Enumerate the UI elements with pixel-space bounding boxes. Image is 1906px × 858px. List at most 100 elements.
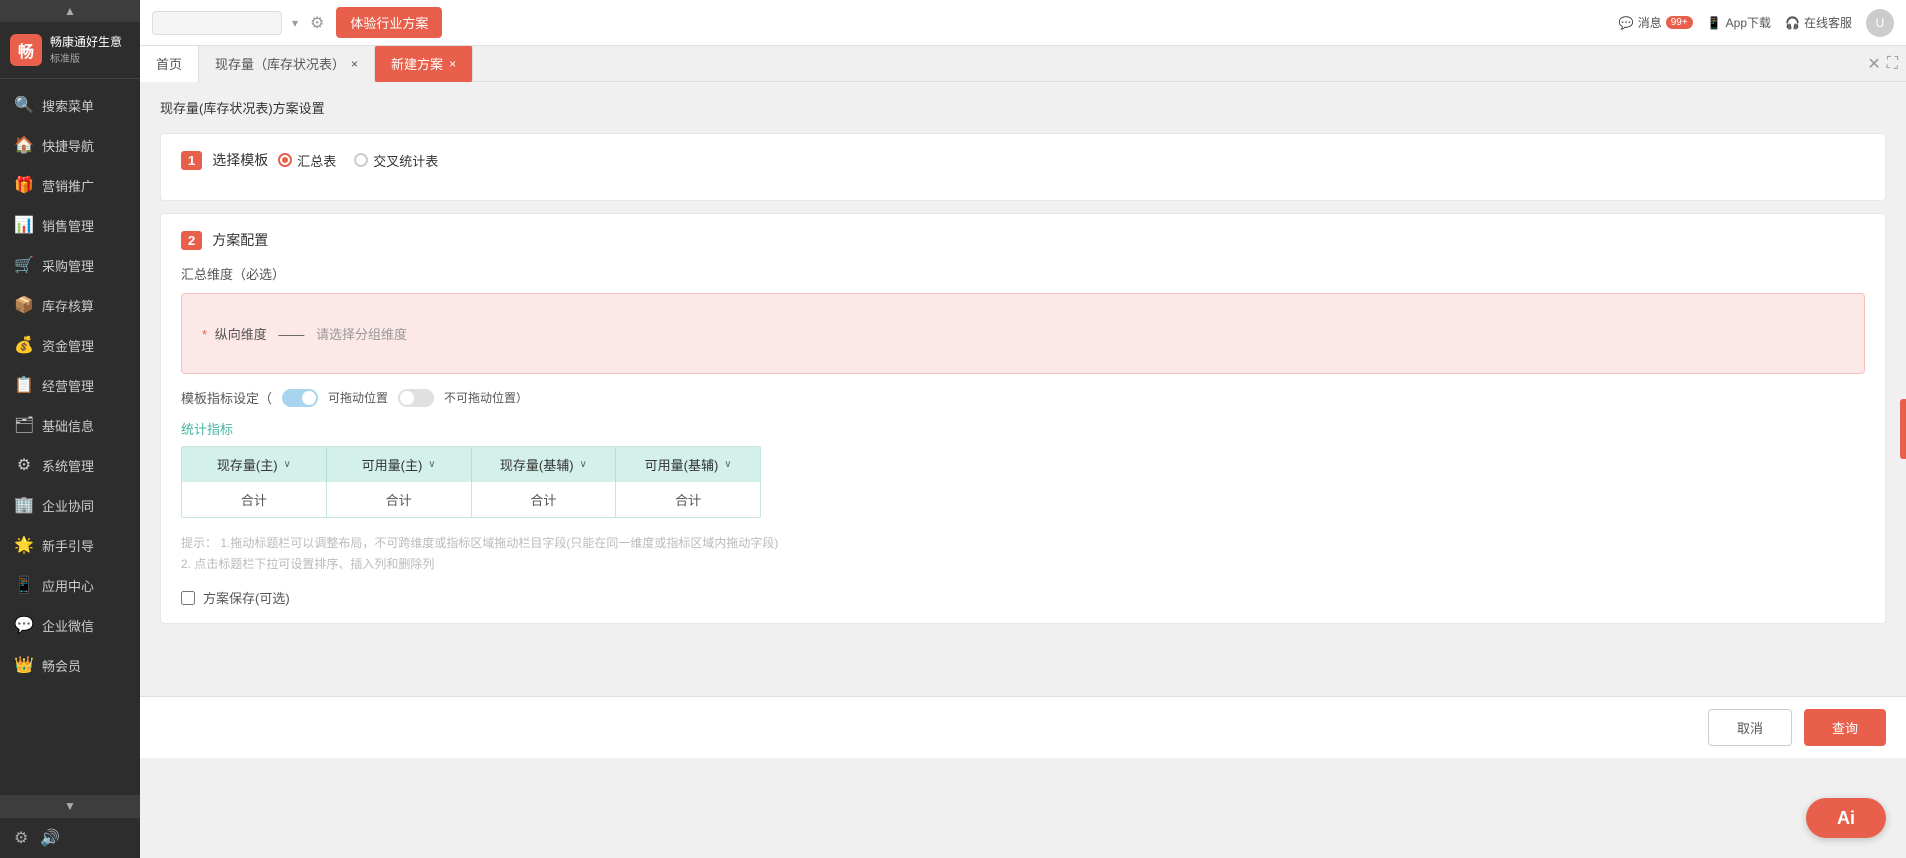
radio-summary[interactable]: 汇总表 [278,151,336,170]
sidebar-item-sales[interactable]: 📊 销售管理 [0,205,140,245]
radio-dot-cross [354,153,368,167]
sidebar-item-purchase[interactable]: 🛒 采购管理 [0,245,140,285]
required-marker: * [202,327,207,342]
query-button[interactable]: 查询 [1804,709,1886,746]
sidebar-scroll-up[interactable]: ▲ [0,0,140,22]
tab-close-inventory[interactable]: × [351,57,358,71]
crown-icon: 👑 [14,655,34,675]
sidebar-scroll-down[interactable]: ▼ [0,795,140,817]
dropdown-icon[interactable]: ▾ [292,16,298,30]
sidebar-item-label: 资金管理 [42,336,94,355]
stats-cell-2: 合计 [472,482,617,517]
dimension-section-title: 汇总维度（必选） [181,264,1865,283]
chevron-down-icon: ∨ [724,459,731,470]
radio-cross[interactable]: 交叉统计表 [354,151,438,170]
sidebar-item-label: 新手引导 [42,536,94,555]
ai-bubble[interactable]: Ai [1806,798,1886,838]
stats-cell-1: 合计 [327,482,472,517]
gear-icon[interactable]: ⚙ [310,13,324,33]
stats-label: 统计指标 [181,419,1865,438]
tab-inventory-status[interactable]: 现存量（库存状况表） × [199,46,375,82]
sidebar-item-label: 库存核算 [42,296,94,315]
sidebar-item-label: 应用中心 [42,576,94,595]
save-checkbox[interactable] [181,591,195,605]
tips-section: 提示： 1.拖动标题栏可以调整布局，不可跨维度或指标区域拖动栏目字段(只能在同一… [181,534,1865,572]
chevron-down-icon: ∨ [428,459,435,470]
chart-icon: 📊 [14,215,34,235]
step1-label: 1 选择模板 汇总表 交叉统计表 [181,150,1865,170]
cancel-button[interactable]: 取消 [1708,709,1792,746]
sound-icon[interactable]: 🔊 [40,828,60,848]
sidebar-item-finance[interactable]: 💰 资金管理 [0,325,140,365]
sidebar-item-newbie[interactable]: 🌟 新手引导 [0,525,140,565]
topbar-right: 💬 消息 99+ 📱 App下载 🎧 在线客服 U [1619,9,1894,37]
tip-0: 提示： 1.拖动标题栏可以调整布局，不可跨维度或指标区域拖动栏目字段(只能在同一… [181,534,1865,551]
stats-col-available-main[interactable]: 可用量(主) ∨ [327,447,472,482]
save-label: 方案保存(可选) [203,588,290,607]
app-logo: 畅 [10,34,42,66]
message-btn[interactable]: 💬 消息 99+ [1619,14,1693,31]
sidebar-item-quick-nav[interactable]: 🏠 快捷导航 [0,125,140,165]
not-draggable-toggle[interactable] [398,389,434,407]
stats-col-current-main[interactable]: 现存量(主) ∨ [182,447,327,482]
stats-cell-0: 合计 [182,482,327,517]
fullscreen-icon[interactable]: ⛶ [1887,55,1898,73]
step2-num: 2 [181,231,202,250]
box-icon: 📦 [14,295,34,315]
draggable-label: 可拖动位置 [328,389,388,406]
template-radio-group: 汇总表 交叉统计表 [278,151,438,170]
close-panel-icon[interactable]: ✕ [1867,54,1880,74]
sidebar-item-base[interactable]: 🗂 基础信息 [0,405,140,445]
right-scroll-handle[interactable] [1900,399,1906,459]
experience-btn[interactable]: 体验行业方案 [336,7,442,38]
sidebar-item-inventory[interactable]: 📦 库存核算 [0,285,140,325]
radio-dot-summary [278,153,292,167]
step1-title: 选择模板 [212,150,268,170]
sidebar-item-label: 企业微信 [42,616,94,635]
tab-home[interactable]: 首页 [140,46,199,82]
stats-body-row: 合计 合计 合计 合计 [182,482,760,517]
stats-col-current-aux[interactable]: 现存量(基辅) ∨ [472,447,617,482]
tab-close-new-plan[interactable]: × [449,57,456,71]
save-row: 方案保存(可选) [181,588,1865,607]
sidebar-item-marketing[interactable]: 🎁 营销推广 [0,165,140,205]
app-title: 畅康通好生意 标准版 [50,35,122,66]
sidebar-item-wechat[interactable]: 💬 企业微信 [0,605,140,645]
step2-label: 2 方案配置 [181,230,1865,250]
sidebar-item-label: 系统管理 [42,456,94,475]
dimension-box[interactable]: * 纵向维度 —— 请选择分组维度 [181,293,1865,374]
avatar[interactable]: U [1866,9,1894,37]
dimension-label: 纵向维度 [215,327,267,342]
home-icon: 🏠 [14,135,34,155]
search-input[interactable] [152,11,282,35]
sidebar-item-label: 采购管理 [42,256,94,275]
sidebar-item-enterprise[interactable]: 🏢 企业协同 [0,485,140,525]
step2-title: 方案配置 [212,230,268,250]
tabbar: 首页 现存量（库存状况表） × 新建方案 × ✕ ⛶ [140,46,1906,82]
sidebar-header: 畅 畅康通好生意 标准版 [0,22,140,79]
dimension-arrow: —— [278,327,304,342]
page-title: 现存量(库存状况表)方案设置 [160,98,1886,117]
indicator-setting: 模板指标设定（ 可拖动位置 不可拖动位置） [181,388,1865,407]
sidebar-item-search[interactable]: 🔍 搜索菜单 [0,85,140,125]
stats-cell-3: 合计 [616,482,760,517]
gift-icon: 🎁 [14,175,34,195]
tab-new-plan[interactable]: 新建方案 × [375,46,473,82]
money-icon: 💰 [14,335,34,355]
stats-col-available-aux[interactable]: 可用量(基辅) ∨ [616,447,760,482]
draggable-toggle[interactable] [282,389,318,407]
online-service-btn[interactable]: 🎧 在线客服 [1785,14,1852,31]
settings-icon[interactable]: ⚙ [14,828,28,848]
sidebar-item-app-center[interactable]: 📱 应用中心 [0,565,140,605]
main-area: ▾ ⚙ 体验行业方案 💬 消息 99+ 📱 App下载 🎧 在线客服 U [140,0,1906,858]
sidebar-nav: 🔍 搜索菜单 🏠 快捷导航 🎁 营销推广 📊 销售管理 🛒 采购管理 📦 库存核… [0,79,140,795]
app-download-btn[interactable]: 📱 App下载 [1707,14,1771,31]
sidebar-item-member[interactable]: 👑 畅会员 [0,645,140,685]
sidebar-item-system[interactable]: ⚙ 系统管理 [0,445,140,485]
clipboard-icon: 📋 [14,375,34,395]
building-icon: 🏢 [14,495,34,515]
phone-icon: 📱 [1707,16,1722,30]
content-area: 现存量(库存状况表)方案设置 1 选择模板 汇总表 交叉统计表 [140,82,1906,858]
sidebar-item-business[interactable]: 📋 经营管理 [0,365,140,405]
stats-table: 现存量(主) ∨ 可用量(主) ∨ 现存量(基辅) ∨ [181,446,761,518]
